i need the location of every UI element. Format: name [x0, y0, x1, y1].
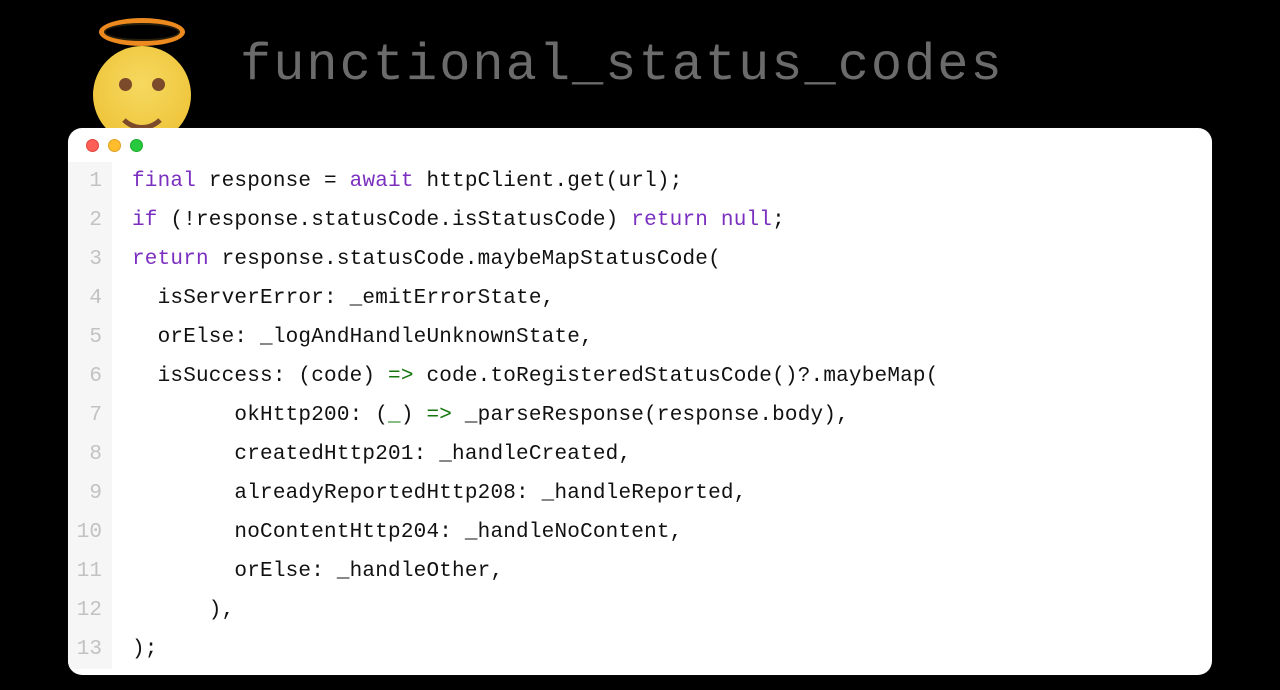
window-titlebar	[68, 128, 1212, 162]
line-number: 11	[68, 552, 112, 591]
code-text: if (!response.statusCode.isStatusCode) r…	[112, 201, 785, 240]
code-line: 2if (!response.statusCode.isStatusCode) …	[68, 201, 1212, 240]
code-text: isServerError: _emitErrorState,	[112, 279, 554, 318]
line-number: 4	[68, 279, 112, 318]
code-line: 7 okHttp200: (_) => _parseResponse(respo…	[68, 396, 1212, 435]
page-title: functional_status_codes	[240, 36, 1004, 95]
code-line: 9 alreadyReportedHttp208: _handleReporte…	[68, 474, 1212, 513]
line-number: 6	[68, 357, 112, 396]
code-text: ),	[112, 591, 234, 630]
code-text: final response = await httpClient.get(ur…	[112, 162, 683, 201]
line-number: 1	[68, 162, 112, 201]
code-text: orElse: _handleOther,	[112, 552, 503, 591]
line-number: 8	[68, 435, 112, 474]
code-text: alreadyReportedHttp208: _handleReported,	[112, 474, 747, 513]
code-line: 4 isServerError: _emitErrorState,	[68, 279, 1212, 318]
close-icon[interactable]	[86, 139, 99, 152]
eye-right-icon	[152, 78, 165, 91]
code-text: createdHttp201: _handleCreated,	[112, 435, 631, 474]
smile-icon	[114, 94, 170, 130]
line-number: 13	[68, 630, 112, 669]
code-line: 8 createdHttp201: _handleCreated,	[68, 435, 1212, 474]
code-line: 13);	[68, 630, 1212, 669]
code-text: );	[112, 630, 158, 669]
code-text: return response.statusCode.maybeMapStatu…	[112, 240, 721, 279]
zoom-icon[interactable]	[130, 139, 143, 152]
line-number: 3	[68, 240, 112, 279]
line-number: 10	[68, 513, 112, 552]
code-text: okHttp200: (_) => _parseResponse(respons…	[112, 396, 849, 435]
minimize-icon[interactable]	[108, 139, 121, 152]
code-line: 11 orElse: _handleOther,	[68, 552, 1212, 591]
code-text: noContentHttp204: _handleNoContent,	[112, 513, 683, 552]
code-line: 12 ),	[68, 591, 1212, 630]
code-text: orElse: _logAndHandleUnknownState,	[112, 318, 593, 357]
line-number: 12	[68, 591, 112, 630]
line-number: 2	[68, 201, 112, 240]
halo-icon	[99, 18, 185, 46]
code-line: 6 isSuccess: (code) => code.toRegistered…	[68, 357, 1212, 396]
code-text: isSuccess: (code) => code.toRegisteredSt…	[112, 357, 939, 396]
code-line: 10 noContentHttp204: _handleNoContent,	[68, 513, 1212, 552]
code-editor: 1final response = await httpClient.get(u…	[68, 162, 1212, 675]
eye-left-icon	[119, 78, 132, 91]
code-line: 1final response = await httpClient.get(u…	[68, 162, 1212, 201]
line-number: 9	[68, 474, 112, 513]
code-line: 3return response.statusCode.maybeMapStat…	[68, 240, 1212, 279]
line-number: 5	[68, 318, 112, 357]
code-line: 5 orElse: _logAndHandleUnknownState,	[68, 318, 1212, 357]
line-number: 7	[68, 396, 112, 435]
code-window: 1final response = await httpClient.get(u…	[68, 128, 1212, 675]
